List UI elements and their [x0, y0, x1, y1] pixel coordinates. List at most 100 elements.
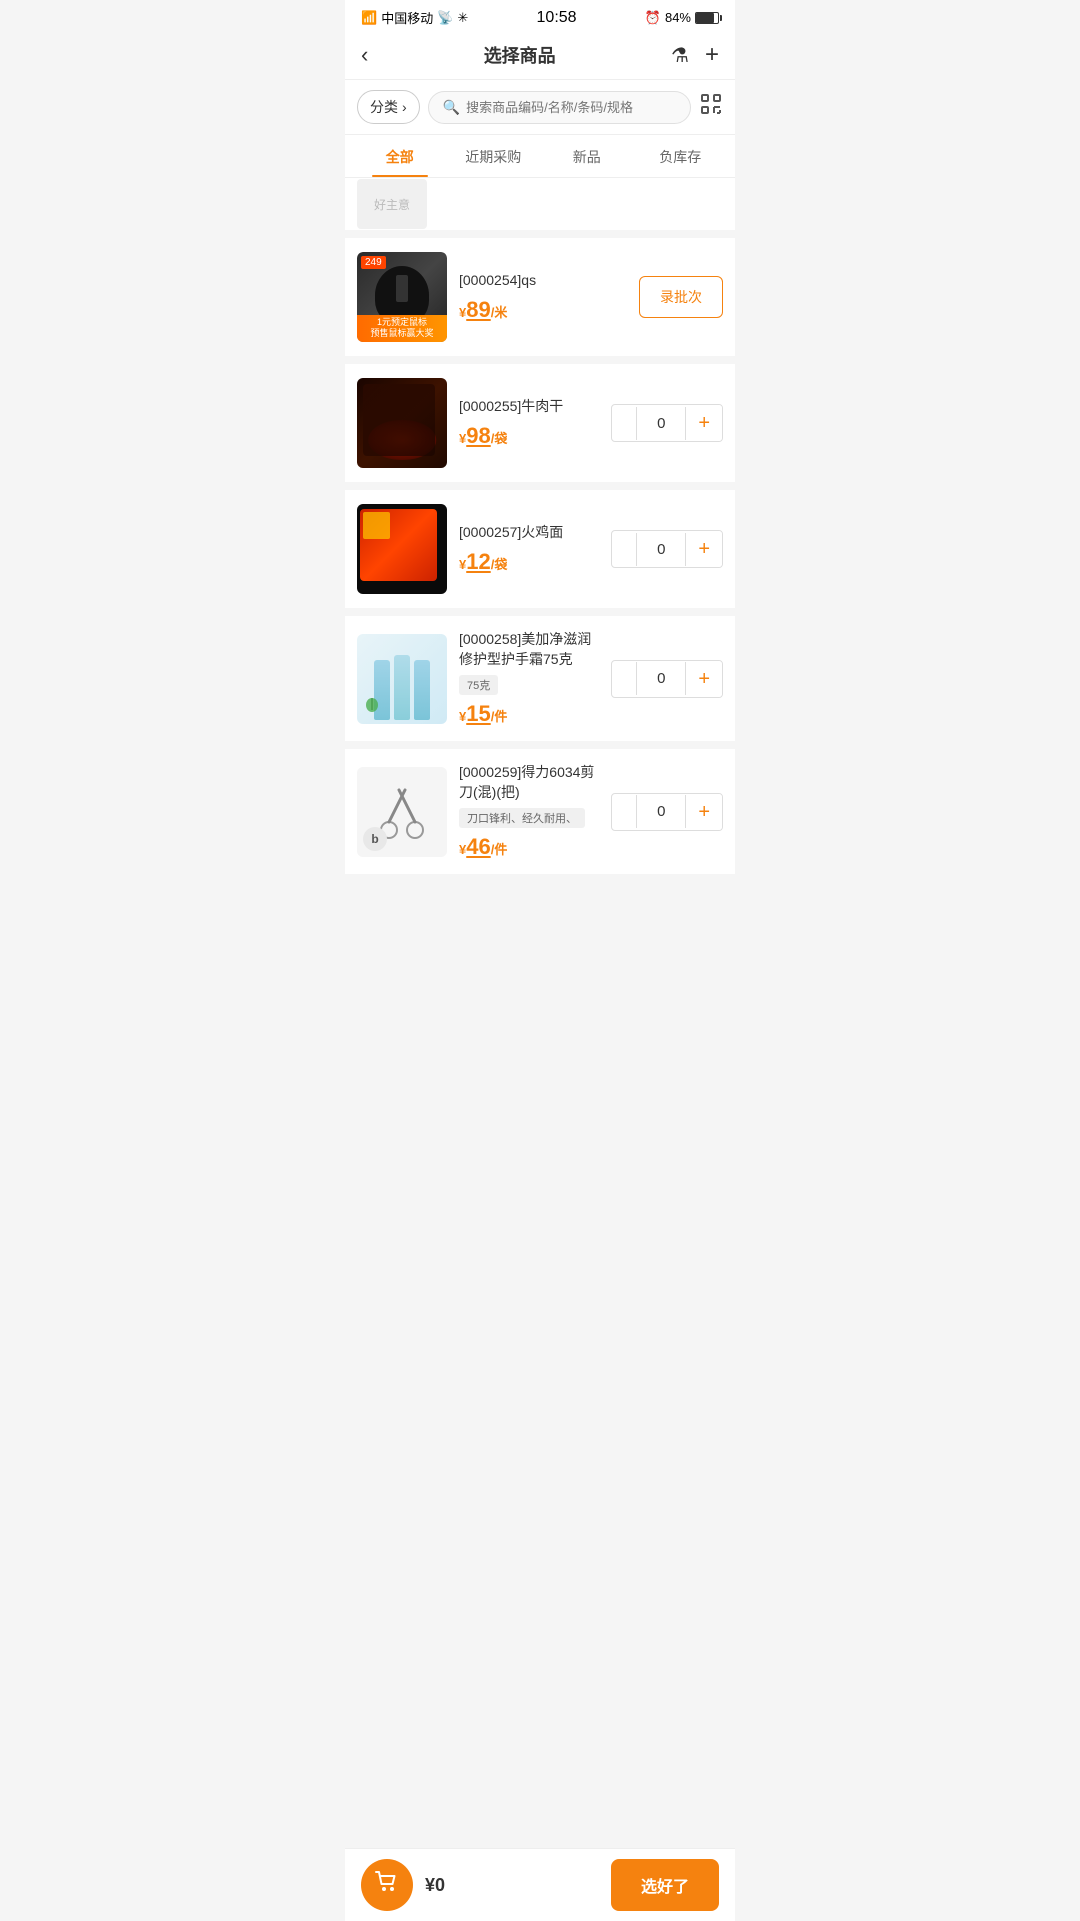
category-button[interactable]: 分类 › [357, 90, 420, 124]
search-bar: 分类 › 🔍 [345, 80, 735, 135]
qty-increase-259[interactable]: + [686, 794, 722, 830]
product-item-257: [0000257]火鸡面 ¥12/袋 0 + [345, 490, 735, 616]
product-tag-258: 75克 [459, 675, 498, 695]
batch-button-254[interactable]: 录批次 [639, 276, 723, 318]
product-item-255: [0000255]牛肉干 ¥98/袋 0 + [345, 364, 735, 490]
price-num-254: 89 [466, 297, 490, 322]
product-list: 好主意 1元预定鼠标预售鼠标赢大奖 249 [0000254]qs ¥89/米 … [345, 178, 735, 882]
product-item-258: [0000258]美加净滋润修护型护手霜75克 75克 ¥15/件 0 + [345, 616, 735, 749]
ramen-logo [363, 512, 390, 539]
cream-tube-2 [394, 655, 410, 720]
product-item-partial: 好主意 [345, 178, 735, 238]
qty-decrease-255[interactable] [612, 415, 636, 431]
product-item: 1元预定鼠标预售鼠标赢大奖 249 [0000254]qs ¥89/米 录批次 [345, 238, 735, 364]
price-num-255: 98 [466, 423, 490, 448]
search-input[interactable] [466, 100, 676, 115]
product-info-259: [0000259]得力6034剪刀(混)(把) 刀口锋利、经久耐用、 ¥46/件 [459, 763, 599, 860]
qty-increase-257[interactable]: + [686, 531, 722, 567]
product-image-beef [357, 378, 447, 468]
product-info-258: [0000258]美加净滋润修护型护手霜75克 75克 ¥15/件 [459, 630, 599, 727]
sync-icon: ✳ [457, 10, 468, 26]
scissors-logo: b [363, 827, 387, 851]
product-info-255: [0000255]牛肉干 ¥98/袋 [459, 397, 599, 449]
cart-icon [374, 1869, 400, 1902]
price-num-259: 46 [466, 834, 490, 859]
product-image-mouse: 1元预定鼠标预售鼠标赢大奖 249 [357, 252, 447, 342]
add-icon[interactable]: + [705, 41, 719, 69]
product-tag-259: 刀口锋利、经久耐用、 [459, 808, 585, 828]
qty-decrease-257[interactable] [612, 541, 636, 557]
status-left: 📶 中国移动 📡 ✳ [361, 8, 468, 27]
status-right: ⏰ 84% [645, 10, 719, 26]
wifi-icon: 📡 [437, 10, 453, 26]
product-name-259: [0000259]得力6034剪刀(混)(把) [459, 763, 599, 802]
battery-icon [695, 12, 719, 24]
product-name-255: [0000255]牛肉干 [459, 397, 599, 417]
scan-icon[interactable] [699, 92, 723, 122]
qty-decrease-258[interactable] [612, 671, 636, 687]
carrier-label: 中国移动 [381, 8, 433, 27]
product-action-254: 录批次 [639, 276, 723, 318]
category-label: 分类 [370, 97, 398, 117]
product-price-258: ¥15/件 [459, 701, 599, 727]
product-info-257: [0000257]火鸡面 ¥12/袋 [459, 523, 599, 575]
product-image-scissors: b [357, 767, 447, 857]
tab-bar: 全部 近期采购 新品 负库存 [345, 135, 735, 178]
product-name-257: [0000257]火鸡面 [459, 523, 599, 543]
product-price-259: ¥46/件 [459, 834, 599, 860]
tab-recent[interactable]: 近期采购 [447, 135, 541, 177]
qty-value-259: 0 [636, 795, 686, 828]
bottom-bar: ¥0 选好了 [345, 1848, 735, 1921]
status-bar: 📶 中国移动 📡 ✳ 10:58 ⏰ 84% [345, 0, 735, 31]
alarm-icon: ⏰ [645, 10, 661, 26]
partial-image-label: 好主意 [374, 196, 410, 213]
product-price-257: ¥12/袋 [459, 549, 599, 575]
mouse-badge: 1元预定鼠标预售鼠标赢大奖 [357, 315, 447, 342]
product-badge-249: 249 [361, 256, 386, 269]
price-num-257: 12 [466, 549, 490, 574]
product-action-259: 0 + [611, 793, 723, 831]
qty-value-258: 0 [636, 662, 686, 695]
cart-button[interactable] [361, 1859, 413, 1911]
nav-title: 选择商品 [484, 42, 556, 68]
product-price-255: ¥98/袋 [459, 423, 599, 449]
nav-right: ⚗ + [671, 41, 719, 69]
nav-bar: ‹ 选择商品 ⚗ + [345, 31, 735, 80]
qty-value-257: 0 [636, 533, 686, 566]
cart-total: ¥0 [413, 1875, 611, 1896]
product-info-254: [0000254]qs ¥89/米 [459, 271, 627, 323]
qty-control-255: 0 + [611, 404, 723, 442]
product-name-258: [0000258]美加净滋润修护型护手霜75克 [459, 630, 599, 669]
price-num-258: 15 [466, 701, 490, 726]
beef-bg [363, 384, 435, 456]
search-icon: 🔍 [443, 99, 460, 116]
qty-increase-255[interactable]: + [686, 405, 722, 441]
qty-control-259: 0 + [611, 793, 723, 831]
status-time: 10:58 [537, 9, 577, 27]
tab-all[interactable]: 全部 [353, 135, 447, 177]
search-input-wrap: 🔍 [428, 91, 691, 124]
tab-new[interactable]: 新品 [540, 135, 634, 177]
qty-increase-258[interactable]: + [686, 661, 722, 697]
cream-leaf [363, 695, 381, 718]
product-image-cream [357, 634, 447, 724]
partial-image: 好主意 [357, 179, 427, 229]
back-button[interactable]: ‹ [361, 42, 368, 68]
product-action-257: 0 + [611, 530, 723, 568]
cream-tube-3 [414, 660, 430, 720]
qty-value-255: 0 [636, 407, 686, 440]
nav-left: ‹ [361, 42, 368, 68]
product-action-255: 0 + [611, 404, 723, 442]
product-item-259: b [0000259]得力6034剪刀(混)(把) 刀口锋利、经久耐用、 ¥46… [345, 749, 735, 882]
category-arrow: › [402, 99, 407, 115]
product-name-254: [0000254]qs [459, 271, 627, 291]
confirm-button[interactable]: 选好了 [611, 1859, 719, 1911]
qty-control-258: 0 + [611, 660, 723, 698]
filter-icon[interactable]: ⚗ [671, 43, 689, 68]
signal-icon: 📶 [361, 10, 377, 26]
tab-negative-stock[interactable]: 负库存 [634, 135, 728, 177]
product-price-254: ¥89/米 [459, 297, 627, 323]
battery-label: 84% [665, 10, 691, 25]
product-image-ramen [357, 504, 447, 594]
qty-decrease-259[interactable] [612, 804, 636, 820]
